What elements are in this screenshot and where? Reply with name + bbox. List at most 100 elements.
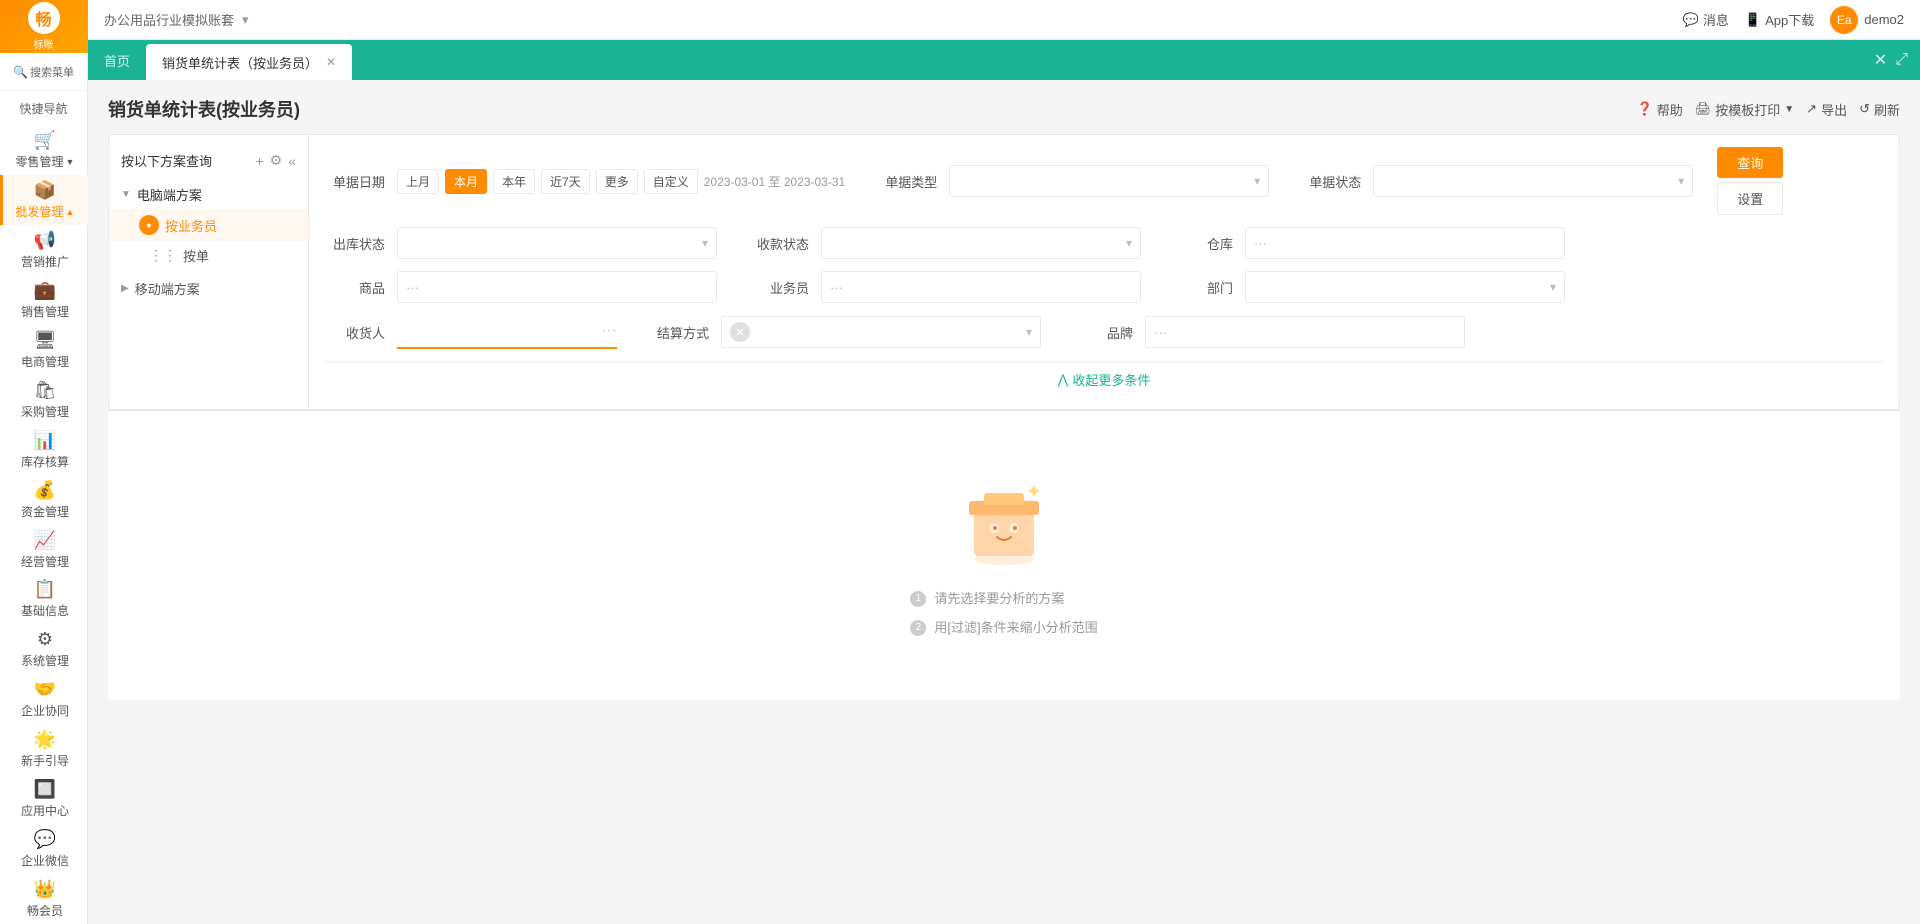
sidebar-item-system[interactable]: ⚙ 系统管理 [0, 624, 88, 674]
enterprise-icon: 🤝 [34, 679, 56, 700]
sidebar-item-enterprise[interactable]: 🤝 企业协同 [0, 674, 88, 724]
sidebar-item-newbie[interactable]: 🌟 新手引导 [0, 724, 88, 774]
tab-sales-stat-label: 销货单统计表（按业务员） [162, 53, 318, 72]
retail-icon: 🛒 [34, 130, 56, 151]
sidebar-item-member[interactable]: 👑 畅会员 [0, 874, 88, 924]
scheme-by-order-label: 按单 [183, 246, 209, 265]
print-button[interactable]: 🖨 按模板打印 ▼ [1695, 100, 1794, 119]
brand-dots: ··· [1154, 325, 1167, 340]
sidebar-item-ecommerce[interactable]: 🖥 电商管理 [0, 325, 88, 375]
warehouse-select[interactable]: ··· [1245, 227, 1565, 259]
app-download-button[interactable]: 📱 App下载 [1745, 10, 1814, 29]
sidebar-item-appstore[interactable]: 🔲 应用中心 [0, 774, 88, 824]
message-button[interactable]: 💬 消息 [1683, 10, 1729, 29]
left-panel: 按以下方案查询 + ⚙ « ▼ 电脑端方案 ● [109, 135, 309, 409]
date-btn-this-year[interactable]: 本年 [493, 169, 535, 194]
user-menu[interactable]: Ea demo2 [1830, 6, 1904, 34]
help-button[interactable]: ❓ 帮助 [1637, 100, 1683, 119]
member-label: 畅会员 [27, 902, 63, 919]
payment-status-label: 收款状态 [749, 234, 809, 253]
filter-area: 单据日期 上月 本月 本年 近7天 更多 自定义 2023-03-01 至 20… [309, 135, 1899, 409]
date-label: 单据日期 [325, 172, 385, 191]
date-btn-this-month[interactable]: 本月 [445, 169, 487, 194]
collapse-more-button[interactable]: ⋀ 收起更多条件 [1058, 370, 1151, 389]
scheme-group-mobile[interactable]: ▶ 移动端方案 [109, 274, 308, 303]
payment-status-select[interactable]: ▾ [821, 227, 1141, 259]
sidebar-item-finance[interactable]: 💰 资金管理 [0, 475, 88, 525]
date-btn-last-month[interactable]: 上月 [397, 169, 439, 194]
purchase-label: 采购管理 [21, 403, 69, 420]
warehouse-label: 仓库 [1173, 234, 1233, 253]
query-button[interactable]: 查询 [1717, 147, 1783, 178]
sidebar-item-marketing[interactable]: 📢 营销推广 [0, 225, 88, 275]
breadcrumb-dropdown-icon[interactable]: ▾ [242, 12, 249, 28]
tab-home[interactable]: 首页 [88, 40, 146, 80]
scheme-settings-icon[interactable]: ⚙ [270, 152, 283, 169]
tab-close-icon[interactable]: ✕ [326, 55, 336, 69]
quick-nav-label: 快捷导航 [19, 100, 67, 117]
export-label: 导出 [1821, 100, 1847, 119]
staff-select[interactable]: ··· [821, 271, 1141, 303]
marketing-label: 营销推广 [21, 253, 69, 270]
wholesale-icon: 📦 [34, 180, 56, 201]
out-status-select[interactable]: ▾ [397, 227, 717, 259]
basic-icon: 📋 [34, 579, 56, 600]
purchase-icon: 🛍 [34, 380, 57, 401]
brand-select[interactable]: ··· [1145, 316, 1465, 348]
scheme-item-by-staff[interactable]: ● 按业务员 [109, 209, 308, 241]
doc-type-select[interactable]: ▾ [949, 165, 1269, 197]
sidebar-item-retail[interactable]: 🛒 零售管理 ▼ [0, 125, 88, 175]
date-btn-last7days[interactable]: 近7天 [541, 169, 590, 194]
scheme-add-icon[interactable]: + [255, 153, 263, 169]
sidebar-item-sales[interactable]: 💼 销售管理 [0, 275, 88, 325]
receiver-input[interactable] [397, 315, 601, 347]
doc-status-select[interactable]: ▾ [1373, 165, 1693, 197]
content-area: 销货单统计表(按业务员) ❓ 帮助 🖨 按模板打印 ▼ ↗ 导出 ↺ 刷新 [88, 80, 1920, 924]
tabbar-expand-icon[interactable]: ⤢ [1895, 51, 1908, 69]
retail-expand-icon: ▼ [66, 157, 75, 167]
settle-select[interactable]: ✕ ▾ [721, 316, 1041, 348]
date-btn-custom[interactable]: 自定义 [644, 169, 698, 194]
brand-label: 品牌 [1073, 323, 1133, 342]
member-icon: 👑 [34, 879, 56, 900]
empty-icon [954, 471, 1054, 571]
scheme-item-by-order[interactable]: ⋮⋮ 按单 [109, 241, 308, 270]
collapse-icon: ⋀ [1058, 372, 1069, 388]
inventory-label: 库存核算 [21, 453, 69, 470]
scheme-by-staff-icon: ● [139, 215, 159, 235]
receiver-dots-icon[interactable]: ··· [601, 322, 617, 340]
retail-label: 零售管理 [16, 153, 64, 170]
doc-status-label: 单据状态 [1301, 172, 1361, 191]
date-btn-more[interactable]: 更多 [596, 169, 638, 194]
sidebar-item-wechat[interactable]: 💬 企业微信 [0, 824, 88, 874]
finance-label: 资金管理 [21, 503, 69, 520]
refresh-icon: ↺ [1859, 101, 1870, 117]
sidebar-search[interactable]: 🔍 搜索菜单 [0, 53, 88, 91]
settle-clear-button[interactable]: ✕ [730, 322, 750, 342]
sidebar-item-inventory[interactable]: 📊 库存核算 [0, 425, 88, 475]
tab-sales-stat[interactable]: 销货单统计表（按业务员） ✕ [146, 44, 352, 80]
department-label: 部门 [1173, 278, 1233, 297]
tabbar-close-icon[interactable]: ✕ [1874, 50, 1887, 70]
department-select[interactable]: ▾ [1245, 271, 1565, 303]
out-status-arrow-icon: ▾ [702, 236, 708, 250]
sidebar-item-basic[interactable]: 📋 基础信息 [0, 575, 88, 625]
goods-select[interactable]: ··· [397, 271, 717, 303]
wechat-icon: 💬 [34, 829, 56, 850]
breadcrumb-text: 办公用品行业模拟账套 [104, 10, 234, 29]
settings-button[interactable]: 设置 [1717, 182, 1783, 215]
sidebar-item-wholesale[interactable]: 📦 批发管理 ▲ [0, 175, 88, 225]
topbar-actions: 💬 消息 📱 App下载 Ea demo2 [1683, 6, 1904, 34]
wholesale-expand-icon: ▲ [66, 207, 75, 217]
sidebar-quick-nav[interactable]: 快捷导航 [0, 91, 88, 125]
refresh-button[interactable]: ↺ 刷新 [1859, 100, 1900, 119]
scheme-by-order-icon: ⋮⋮ [149, 247, 177, 264]
export-button[interactable]: ↗ 导出 [1806, 100, 1847, 119]
operation-label: 经营管理 [21, 553, 69, 570]
inventory-icon: 📊 [34, 430, 56, 451]
empty-tips: 1 请先选择要分析的方案 2 用[过滤]条件来缩小分析范围 [910, 587, 1097, 640]
sidebar-item-operation[interactable]: 📈 经营管理 [0, 525, 88, 575]
scheme-collapse-icon[interactable]: « [288, 153, 296, 169]
scheme-group-pc-header[interactable]: ▼ 电脑端方案 [109, 180, 308, 209]
sidebar-item-purchase[interactable]: 🛍 采购管理 [0, 375, 88, 425]
